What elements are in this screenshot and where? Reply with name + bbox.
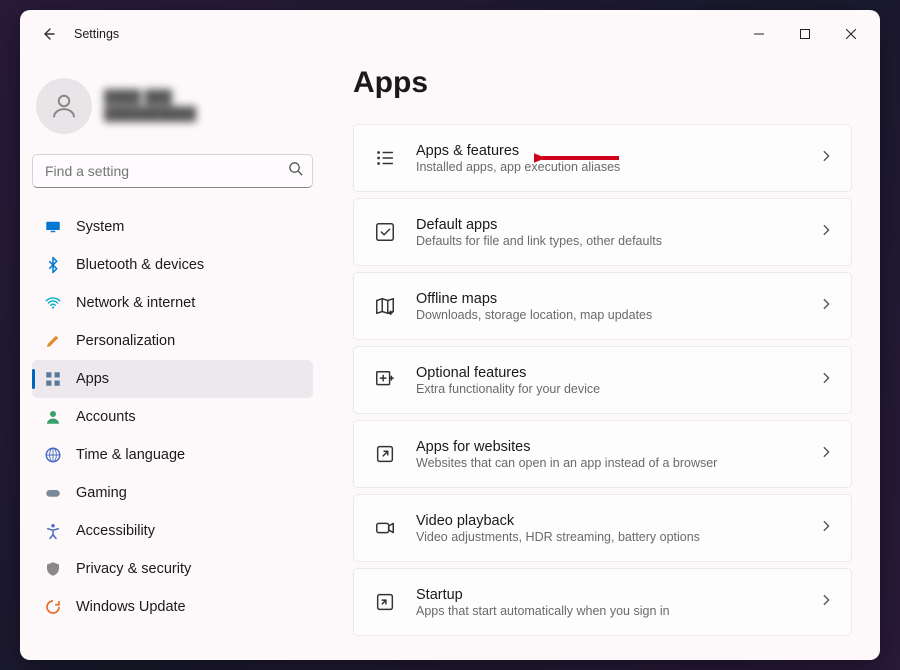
settings-window: Settings ██	[20, 10, 880, 660]
user-block[interactable]: ████ ███ ██████████	[32, 70, 313, 152]
card-video-playback[interactable]: Video playback Video adjustments, HDR st…	[353, 494, 852, 562]
card-title: Default apps	[416, 217, 819, 233]
sidebar-item-bluetooth-devices[interactable]: Bluetooth & devices	[32, 246, 313, 284]
plus-square-icon	[372, 367, 398, 393]
card-text: Startup Apps that start automatically wh…	[416, 587, 819, 618]
video-icon	[372, 515, 398, 541]
card-apps-features[interactable]: Apps & features Installed apps, app exec…	[353, 124, 852, 192]
close-button[interactable]	[828, 18, 874, 50]
globe-time-icon	[44, 446, 62, 464]
sidebar-item-label: Accessibility	[76, 523, 155, 539]
card-title: Apps & features	[416, 143, 819, 159]
person-icon	[44, 408, 62, 426]
chevron-right-icon	[819, 371, 833, 390]
chevron-right-icon	[819, 593, 833, 612]
sidebar-item-privacy-security[interactable]: Privacy & security	[32, 550, 313, 588]
sidebar-item-accounts[interactable]: Accounts	[32, 398, 313, 436]
window-title: Settings	[74, 27, 119, 41]
card-text: Optional features Extra functionality fo…	[416, 365, 819, 396]
user-name-email: ████ ███ ██████████	[104, 89, 196, 123]
minimize-icon	[754, 29, 764, 39]
sidebar: ████ ███ ██████████ System Bluetooth & d…	[20, 58, 325, 660]
search-input[interactable]	[32, 154, 313, 188]
card-text: Apps & features Installed apps, app exec…	[416, 143, 819, 174]
content-area: ████ ███ ██████████ System Bluetooth & d…	[20, 58, 880, 660]
card-desc: Installed apps, app execution aliases	[416, 160, 819, 174]
card-desc: Extra functionality for your device	[416, 382, 819, 396]
arrow-left-icon	[40, 26, 56, 42]
sidebar-item-label: Personalization	[76, 333, 175, 349]
titlebar: Settings	[20, 10, 880, 58]
card-desc: Websites that can open in an app instead…	[416, 456, 819, 470]
sidebar-item-label: Network & internet	[76, 295, 195, 311]
brush-icon	[44, 332, 62, 350]
sidebar-item-label: System	[76, 219, 124, 235]
card-title: Startup	[416, 587, 819, 603]
card-text: Apps for websites Websites that can open…	[416, 439, 819, 470]
card-title: Optional features	[416, 365, 819, 381]
check-square-icon	[372, 219, 398, 245]
sidebar-item-time-language[interactable]: Time & language	[32, 436, 313, 474]
card-desc: Downloads, storage location, map updates	[416, 308, 819, 322]
list-icon	[372, 145, 398, 171]
close-icon	[846, 29, 856, 39]
grid-icon	[44, 370, 62, 388]
chevron-right-icon	[819, 297, 833, 316]
chevron-right-icon	[819, 519, 833, 538]
chevron-right-icon	[819, 445, 833, 464]
wifi-icon	[44, 294, 62, 312]
sidebar-item-label: Bluetooth & devices	[76, 257, 204, 273]
sidebar-item-apps[interactable]: Apps	[32, 360, 313, 398]
minimize-button[interactable]	[736, 18, 782, 50]
avatar	[36, 78, 92, 134]
caption-controls	[736, 18, 874, 50]
sidebar-item-label: Accounts	[76, 409, 136, 425]
main-panel: Apps Apps & features Installed apps, app…	[325, 58, 880, 660]
chevron-right-icon	[819, 149, 833, 168]
sidebar-item-personalization[interactable]: Personalization	[32, 322, 313, 360]
sidebar-item-system[interactable]: System	[32, 208, 313, 246]
sidebar-item-label: Windows Update	[76, 599, 186, 615]
sidebar-item-gaming[interactable]: Gaming	[32, 474, 313, 512]
map-icon	[372, 293, 398, 319]
sidebar-item-label: Apps	[76, 371, 109, 387]
card-startup[interactable]: Startup Apps that start automatically wh…	[353, 568, 852, 636]
card-text: Video playback Video adjustments, HDR st…	[416, 513, 819, 544]
card-text: Offline maps Downloads, storage location…	[416, 291, 819, 322]
card-desc: Video adjustments, HDR streaming, batter…	[416, 530, 819, 544]
shield-icon	[44, 560, 62, 578]
gamepad-icon	[44, 484, 62, 502]
chevron-right-icon	[819, 223, 833, 242]
accessibility-icon	[44, 522, 62, 540]
back-button[interactable]	[34, 20, 62, 48]
startup-icon	[372, 589, 398, 615]
person-icon	[49, 91, 79, 121]
sidebar-item-accessibility[interactable]: Accessibility	[32, 512, 313, 550]
card-default-apps[interactable]: Default apps Defaults for file and link …	[353, 198, 852, 266]
search-wrap	[32, 154, 313, 188]
card-optional-features[interactable]: Optional features Extra functionality fo…	[353, 346, 852, 414]
sidebar-item-label: Time & language	[76, 447, 185, 463]
page-title: Apps	[353, 66, 852, 100]
sidebar-item-label: Gaming	[76, 485, 127, 501]
card-title: Apps for websites	[416, 439, 819, 455]
maximize-icon	[800, 29, 810, 39]
maximize-button[interactable]	[782, 18, 828, 50]
monitor-icon	[44, 218, 62, 236]
card-title: Video playback	[416, 513, 819, 529]
card-offline-maps[interactable]: Offline maps Downloads, storage location…	[353, 272, 852, 340]
search-icon	[288, 161, 303, 181]
card-desc: Defaults for file and link types, other …	[416, 234, 819, 248]
card-text: Default apps Defaults for file and link …	[416, 217, 819, 248]
update-icon	[44, 598, 62, 616]
open-app-icon	[372, 441, 398, 467]
sidebar-item-label: Privacy & security	[76, 561, 191, 577]
sidebar-item-network-internet[interactable]: Network & internet	[32, 284, 313, 322]
card-apps-for-websites[interactable]: Apps for websites Websites that can open…	[353, 420, 852, 488]
bluetooth-icon	[44, 256, 62, 274]
card-desc: Apps that start automatically when you s…	[416, 604, 819, 618]
sidebar-item-windows-update[interactable]: Windows Update	[32, 588, 313, 626]
card-title: Offline maps	[416, 291, 819, 307]
